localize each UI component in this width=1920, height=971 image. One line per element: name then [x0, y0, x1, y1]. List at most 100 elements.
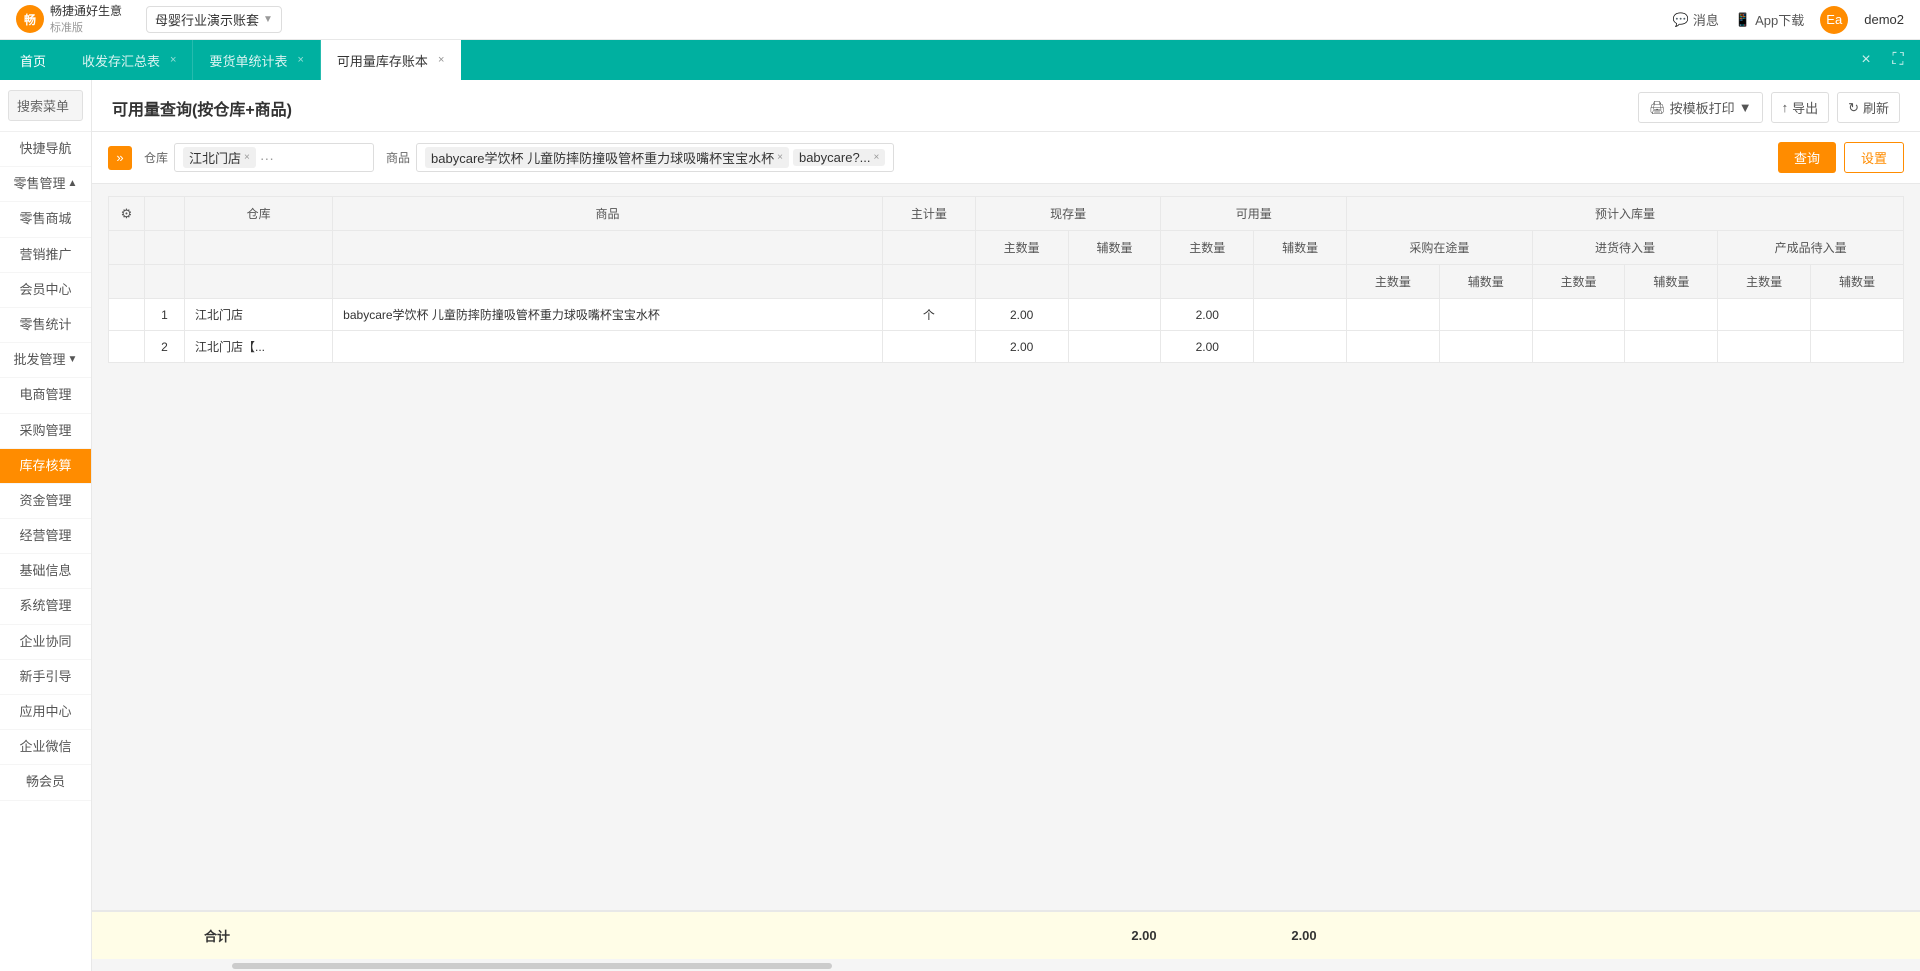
warehouse-tag-remove[interactable]: ×: [244, 152, 250, 163]
tab-available-inventory-label: 可用量库存账本: [337, 51, 428, 70]
sidebar-item-purchase-mgmt[interactable]: 采购管理: [0, 414, 91, 449]
sidebar-item-enterprise-wechat[interactable]: 企业微信: [0, 730, 91, 765]
member-center-label: 会员中心: [19, 282, 71, 297]
row2-avail-aux: [1254, 331, 1347, 363]
tab-home[interactable]: 首页: [0, 51, 66, 70]
data-table: ⚙ 仓库 商品 主计量 现存量 可用量 预计入库量: [108, 196, 1904, 363]
purchase-mgmt-label: 采购管理: [19, 423, 71, 438]
sidebar-item-system-mgmt[interactable]: 系统管理: [0, 589, 91, 624]
toggle-icon: »: [116, 150, 123, 165]
tab-order-stats[interactable]: 要货单统计表 ×: [193, 40, 320, 80]
sidebar-item-app-center[interactable]: 应用中心: [0, 695, 91, 730]
th-settings[interactable]: ⚙: [109, 197, 145, 231]
tenant-selector[interactable]: 母婴行业演示账套 ▼: [146, 6, 282, 33]
app-title: 畅捷通好生意: [50, 4, 122, 18]
sidebar-item-vip-member[interactable]: 畅会员: [0, 765, 91, 800]
row1-settings[interactable]: [109, 299, 145, 331]
sidebar-item-enterprise-collab[interactable]: 企业协同: [0, 625, 91, 660]
warehouse-more-btn[interactable]: ···: [260, 150, 274, 166]
vip-member-label: 畅会员: [26, 774, 65, 789]
enterprise-wechat-label: 企业微信: [19, 739, 71, 754]
marketing-label: 营销推广: [19, 247, 71, 262]
filter-toggle-btn[interactable]: »: [108, 146, 132, 170]
tab-order-stats-close[interactable]: ×: [297, 54, 303, 66]
user-name[interactable]: demo2: [1864, 12, 1904, 27]
row1-unit: 个: [882, 299, 975, 331]
tab-receive-send-label: 收发存汇总表: [82, 51, 160, 70]
sidebar-item-retail-mgmt[interactable]: 零售管理 ▲: [0, 167, 91, 202]
sidebar-item-inventory-check[interactable]: 库存核算: [0, 449, 91, 484]
warehouse-tag-1: 江北门店 ×: [183, 147, 256, 168]
th-num: [145, 197, 185, 231]
sidebar-item-wholesale-mgmt[interactable]: 批发管理 ▼: [0, 343, 91, 378]
nav-tabs: 首页 收发存汇总表 × 要货单统计表 × 可用量库存账本 × × ⛶: [0, 40, 1920, 80]
sidebar-item-new-guide[interactable]: 新手引导: [0, 660, 91, 695]
sidebar-item-quick-nav[interactable]: 快捷导航: [0, 132, 91, 167]
bottom-scrollbar[interactable]: [92, 959, 1920, 971]
product-filter-group: 商品 babycare学饮杯 儿童防摔防撞吸管杯重力球吸嘴杯宝宝水杯 × bab…: [386, 143, 894, 172]
sidebar-item-member-center[interactable]: 会员中心: [0, 273, 91, 308]
th-r3-unit: [882, 265, 975, 299]
export-btn[interactable]: ↑ 导出: [1771, 92, 1830, 123]
sidebar-item-ecommerce-mgmt[interactable]: 电商管理: [0, 378, 91, 413]
page-header-actions: 🖨 按模板打印 ▼ ↑ 导出 ↻ 刷新: [1638, 92, 1900, 123]
tab-receive-send[interactable]: 收发存汇总表 ×: [66, 40, 193, 80]
sidebar-item-retail-mall[interactable]: 零售商城: [0, 202, 91, 237]
settings-btn[interactable]: 设置: [1844, 142, 1904, 173]
logo-text: 畅: [24, 11, 36, 28]
fullscreen-btn[interactable]: ⛶: [1884, 46, 1912, 74]
row2-num: 2: [145, 331, 185, 363]
row2-settings[interactable]: [109, 331, 145, 363]
th-production-aux: 辅数量: [1811, 265, 1904, 299]
row1-current-main: 2.00: [975, 299, 1068, 331]
th-sub-product: [333, 231, 883, 265]
refresh-btn[interactable]: ↻ 刷新: [1837, 92, 1900, 123]
product-input-area[interactable]: babycare学饮杯 儿童防摔防撞吸管杯重力球吸嘴杯宝宝水杯 × babyca…: [416, 143, 894, 172]
th-r3-warehouse: [185, 265, 333, 299]
th-avail-main: 主数量: [1161, 231, 1254, 265]
row1-current-aux: [1068, 299, 1161, 331]
sidebar-item-basic-info[interactable]: 基础信息: [0, 554, 91, 589]
user-avatar-text: Ea: [1826, 12, 1842, 27]
wholesale-mgmt-label: 批发管理: [14, 351, 66, 369]
row2-product: [333, 331, 883, 363]
product-tag-2-remove[interactable]: ×: [874, 152, 880, 163]
product-filter-label: 商品: [386, 149, 410, 166]
refresh-label: 刷新: [1863, 98, 1889, 117]
close-tab-btn[interactable]: ×: [1852, 46, 1880, 74]
row1-avail-aux: [1254, 299, 1347, 331]
download-btn[interactable]: 📱 App下载: [1735, 10, 1804, 29]
app-subtitle: 标准版: [50, 19, 122, 35]
export-icon: ↑: [1782, 100, 1789, 115]
row1-production-main: [1718, 299, 1811, 331]
query-btn[interactable]: 查询: [1778, 142, 1836, 173]
sidebar-item-marketing[interactable]: 营销推广: [0, 238, 91, 273]
th-current-group: 现存量: [975, 197, 1161, 231]
tab-available-inventory-close[interactable]: ×: [438, 54, 444, 66]
sidebar-item-operations-mgmt[interactable]: 经营管理: [0, 519, 91, 554]
product-tag-1-remove[interactable]: ×: [777, 152, 783, 163]
system-mgmt-label: 系统管理: [19, 598, 71, 613]
tab-order-stats-label: 要货单统计表: [209, 51, 287, 70]
row2-production-aux: [1811, 331, 1904, 363]
th-inbound-pending-group: 进货待入量: [1532, 231, 1718, 265]
message-btn[interactable]: 💬 消息: [1673, 10, 1719, 29]
app-logo-icon: 畅: [16, 5, 44, 33]
sidebar-item-retail-stats[interactable]: 零售统计: [0, 308, 91, 343]
row1-product: babycare学饮杯 儿童防摔防撞吸管杯重力球吸嘴杯宝宝水杯: [333, 299, 883, 331]
footer-avail-main: 2.00: [1264, 920, 1344, 951]
warehouse-input-area[interactable]: 江北门店 × ···: [174, 143, 374, 172]
user-avatar[interactable]: Ea: [1820, 6, 1848, 34]
print-template-btn[interactable]: 🖨 按模板打印 ▼: [1638, 92, 1762, 123]
row1-purchase-main: [1347, 299, 1440, 331]
search-menu-btn[interactable]: 搜索菜单: [8, 90, 83, 121]
sidebar-item-finance-mgmt[interactable]: 资金管理: [0, 484, 91, 519]
download-icon: 📱: [1735, 12, 1751, 28]
tab-available-inventory[interactable]: 可用量库存账本 ×: [321, 40, 461, 80]
th-available-group: 可用量: [1161, 197, 1347, 231]
th-sub-unit: [882, 231, 975, 265]
row2-current-aux: [1068, 331, 1161, 363]
operations-mgmt-label: 经营管理: [19, 528, 71, 543]
tab-receive-send-close[interactable]: ×: [170, 54, 176, 66]
tenant-dropdown-arrow: ▼: [263, 14, 273, 25]
